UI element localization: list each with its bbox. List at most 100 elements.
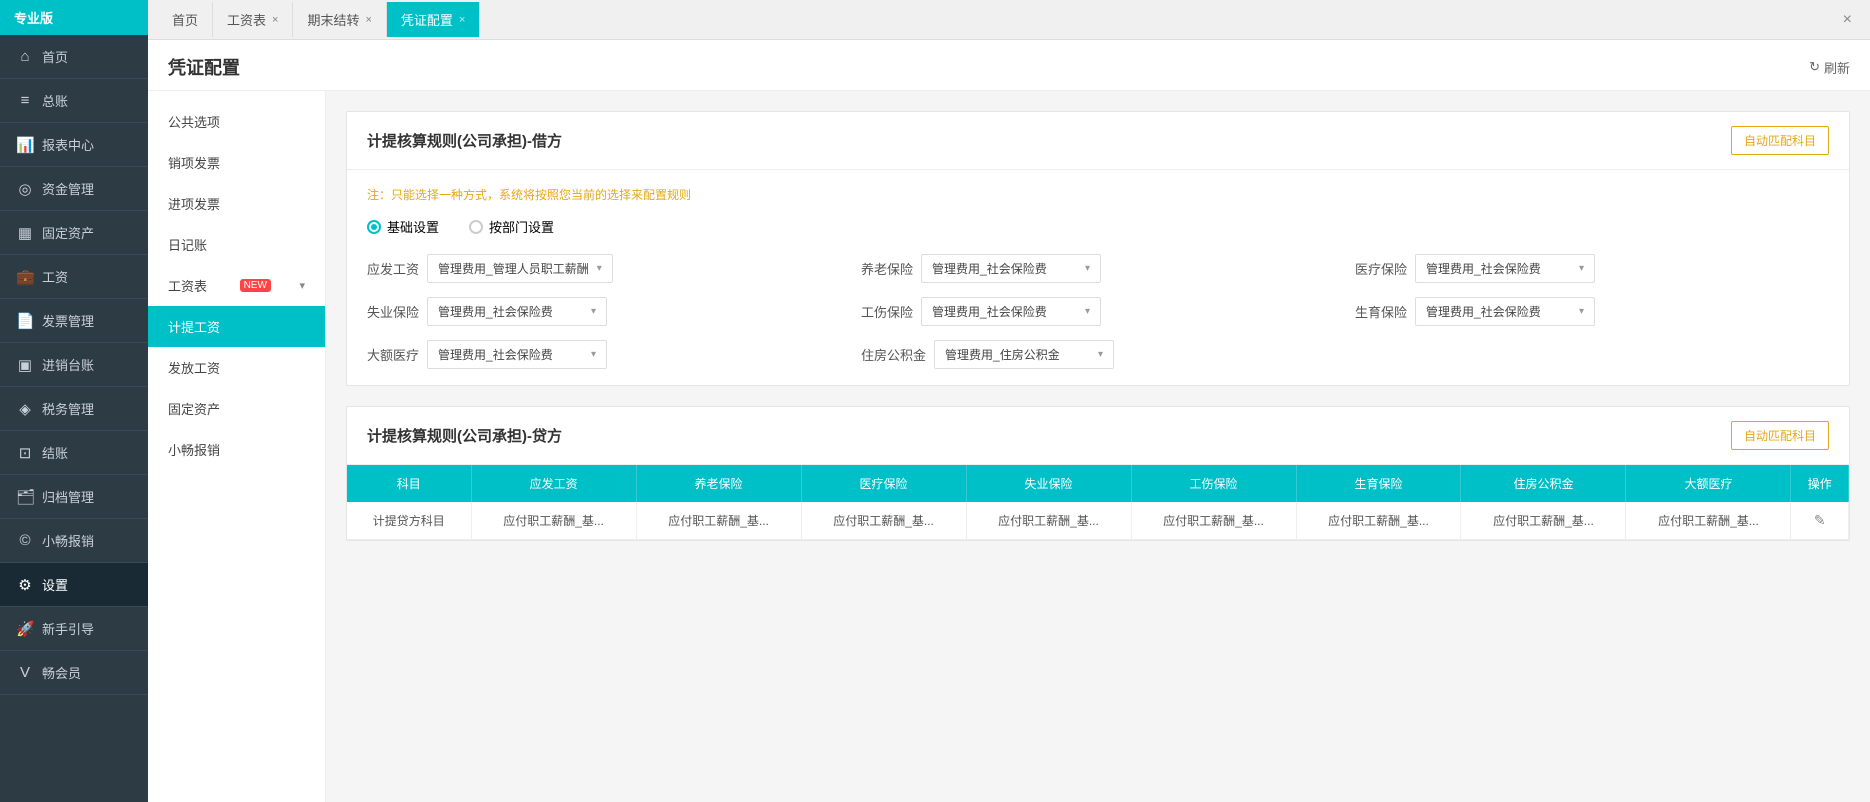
debit-form-row-3: 大额医疗 管理费用_社会保险费 ▾ 住房公积金 管理费用_住房公积金: [367, 340, 1829, 369]
sidebar-item-fund-management[interactable]: ◎ 资金管理: [0, 167, 148, 211]
fund-management-icon: ◎: [16, 180, 34, 198]
chevron-down-icon-8: ▾: [1098, 349, 1103, 360]
sidebar-item-invoice-management[interactable]: 📄 发票管理: [0, 299, 148, 343]
field-shiye-baoxian-select[interactable]: 管理费用_社会保险费 ▾: [427, 297, 607, 326]
sub-item-public-options[interactable]: 公共选项: [148, 101, 325, 142]
sidebar-item-salary[interactable]: 💼 工资: [0, 255, 148, 299]
app-edition: 专业版: [0, 0, 148, 35]
sub-item-accrual-salary-label: 计提工资: [168, 317, 220, 336]
sidebar-item-tax-management[interactable]: ◈ 税务管理: [0, 387, 148, 431]
field-gongshang-baoxian-label: 工伤保险: [861, 302, 913, 321]
sidebar-item-archive[interactable]: 🗂 归档管理: [0, 475, 148, 519]
radio-dept-setup-circle: [469, 220, 483, 234]
member-icon: V: [16, 664, 34, 681]
sidebar-item-xiaoyang-expense[interactable]: © 小畅报销: [0, 519, 148, 563]
sidebar-item-member[interactable]: V 畅会员: [0, 651, 148, 695]
sub-item-fixed-assets-sub[interactable]: 固定资产: [148, 388, 325, 429]
credit-auto-match-button[interactable]: 自动匹配科目: [1731, 421, 1829, 450]
field-shengyu-baoxian-select[interactable]: 管理费用_社会保险费 ▾: [1415, 297, 1595, 326]
col-zhufang-gongjijin: 住房公积金: [1461, 465, 1626, 502]
field-gongshang-baoxian-select[interactable]: 管理费用_社会保险费 ▾: [921, 297, 1101, 326]
tab-voucher-config-close[interactable]: ×: [459, 14, 465, 26]
sidebar-item-invoice-management-label: 发票管理: [42, 311, 94, 330]
edit-icon[interactable]: ✎: [1814, 512, 1826, 528]
field-zhufang-gongjijin-select[interactable]: 管理费用_住房公积金 ▾: [934, 340, 1114, 369]
col-gongshang-baoxian: 工伤保险: [1131, 465, 1296, 502]
field-daejue-yiliao-value: 管理费用_社会保险费: [438, 346, 553, 363]
col-action: 操作: [1791, 465, 1849, 502]
invoice-management-icon: 📄: [16, 312, 34, 330]
field-yingfa-gongzi-select[interactable]: 管理费用_管理人员职工薪酬 ▾: [427, 254, 613, 283]
field-shiye-baoxian-value: 管理费用_社会保险费: [438, 303, 553, 320]
sidebar-item-tax-management-label: 税务管理: [42, 399, 94, 418]
sub-item-purchase-invoice[interactable]: 进项发票: [148, 183, 325, 224]
sidebar-item-new-guide[interactable]: 🚀 新手引导: [0, 607, 148, 651]
sub-item-fixed-assets-sub-label: 固定资产: [168, 399, 220, 418]
sidebar-item-report-center[interactable]: 📊 报表中心: [0, 123, 148, 167]
sidebar-item-home[interactable]: ⌂ 首页: [0, 35, 148, 79]
sub-item-xiaoyang-expense-sub[interactable]: 小畅报销: [148, 429, 325, 470]
credit-row-yingfa: 应付职工薪酬_基...: [471, 502, 636, 540]
sidebar-item-settings-label: 设置: [42, 575, 68, 594]
radio-basic-setup-label: 基础设置: [387, 217, 439, 236]
credit-row-yiliao: 应付职工薪酬_基...: [801, 502, 966, 540]
radio-dept-setup[interactable]: 按部门设置: [469, 217, 554, 236]
credit-section-header: 计提核算规则(公司承担)-贷方 自动匹配科目: [347, 407, 1849, 465]
debit-section: 计提核算规则(公司承担)-借方 自动匹配科目 注：只能选择一种方式，系统将按照您…: [346, 111, 1850, 386]
sub-sidebar: 公共选项 销项发票 进项发票 日记账 工资表 NEW ▾ 计提工资 发放工资: [148, 91, 326, 802]
field-yanglao-baoxian-select[interactable]: 管理费用_社会保险费 ▾: [921, 254, 1101, 283]
tab-payroll-close[interactable]: ×: [272, 14, 278, 26]
sidebar-item-settings[interactable]: ⚙ 设置: [0, 563, 148, 607]
field-gongshang-baoxian: 工伤保险 管理费用_社会保险费 ▾: [861, 297, 1335, 326]
field-daejue-yiliao-label: 大额医疗: [367, 345, 419, 364]
refresh-button[interactable]: ↻ 刷新: [1809, 58, 1850, 77]
sub-item-payroll-table[interactable]: 工资表 NEW ▾: [148, 265, 325, 306]
sub-item-accrual-salary[interactable]: 计提工资: [148, 306, 325, 347]
tab-period-close-close[interactable]: ×: [365, 14, 371, 26]
sidebar-item-new-guide-label: 新手引导: [42, 619, 94, 638]
salary-icon: 💼: [16, 268, 34, 286]
tab-period-close-label: 期末结转: [307, 10, 359, 29]
sidebar-item-purchase-sales[interactable]: ▣ 进销台账: [0, 343, 148, 387]
radio-dept-setup-label: 按部门设置: [489, 217, 554, 236]
sidebar-item-fund-management-label: 资金管理: [42, 179, 94, 198]
field-yiliao-baoxian-label: 医疗保险: [1355, 259, 1407, 278]
credit-row-action[interactable]: ✎: [1791, 502, 1849, 540]
credit-row-shiye: 应付职工薪酬_基...: [966, 502, 1131, 540]
sidebar-item-general-ledger[interactable]: ≡ 总账: [0, 79, 148, 123]
close-main-button[interactable]: ×: [1835, 7, 1860, 33]
field-yingfa-gongzi-label: 应发工资: [367, 259, 419, 278]
sidebar-item-member-label: 畅会员: [42, 663, 81, 682]
debit-form-rows: 应发工资 管理费用_管理人员职工薪酬 ▾ 养老保险 管理费用_社会保险费: [367, 254, 1829, 369]
tab-voucher-config[interactable]: 凭证配置 ×: [387, 2, 480, 37]
sub-item-journal[interactable]: 日记账: [148, 224, 325, 265]
credit-row-yanglao: 应付职工薪酬_基...: [636, 502, 801, 540]
sidebar-item-closing[interactable]: ⊡ 结账: [0, 431, 148, 475]
debit-form-row-1: 应发工资 管理费用_管理人员职工薪酬 ▾ 养老保险 管理费用_社会保险费: [367, 254, 1829, 283]
col-subject: 科目: [347, 465, 471, 502]
radio-basic-setup[interactable]: 基础设置: [367, 217, 439, 236]
tab-payroll-label: 工资表: [227, 10, 266, 29]
tab-home[interactable]: 首页: [158, 2, 213, 37]
debit-auto-match-button[interactable]: 自动匹配科目: [1731, 126, 1829, 155]
chevron-down-icon-6: ▾: [1579, 306, 1584, 317]
field-yingfa-gongzi-value: 管理费用_管理人员职工薪酬: [438, 260, 589, 277]
tab-period-close[interactable]: 期末结转 ×: [293, 2, 386, 37]
sub-item-issue-salary[interactable]: 发放工资: [148, 347, 325, 388]
field-daejue-yiliao: 大额医疗 管理费用_社会保险费 ▾: [367, 340, 841, 369]
field-daejue-yiliao-select[interactable]: 管理费用_社会保险费 ▾: [427, 340, 607, 369]
credit-table-wrap: 科目 应发工资 养老保险 医疗保险 失业保险 工伤保险 生育保险 住房公积金 大…: [347, 465, 1849, 540]
tab-payroll[interactable]: 工资表 ×: [213, 2, 293, 37]
refresh-icon: ↻: [1809, 59, 1820, 75]
chevron-down-icon-4: ▾: [591, 306, 596, 317]
sidebar-item-fixed-assets[interactable]: ▦ 固定资产: [0, 211, 148, 255]
chevron-down-icon-3: ▾: [1579, 263, 1584, 274]
sidebar-item-xiaoyang-expense-label: 小畅报销: [42, 531, 94, 550]
xiaoyang-expense-icon: ©: [16, 532, 34, 549]
field-gongshang-baoxian-value: 管理费用_社会保险费: [932, 303, 1047, 320]
expand-icon: ▾: [299, 279, 305, 292]
sub-item-cancel-invoice[interactable]: 销项发票: [148, 142, 325, 183]
field-yiliao-baoxian-select[interactable]: 管理费用_社会保险费 ▾: [1415, 254, 1595, 283]
sidebar-item-fixed-assets-label: 固定资产: [42, 223, 94, 242]
col-yiliao-baoxian: 医疗保险: [801, 465, 966, 502]
